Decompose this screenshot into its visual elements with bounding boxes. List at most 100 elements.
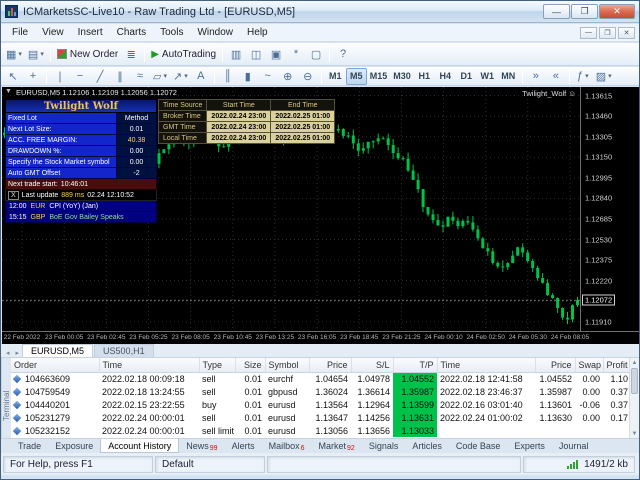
templates-button[interactable]: ▨ ▾ (593, 67, 615, 85)
history-column-header[interactable]: Price (309, 358, 352, 373)
history-cell-tp: 1.13599 (393, 398, 437, 411)
timeframe-H4[interactable]: H4 (435, 68, 456, 85)
terminal-tab-market[interactable]: Market 92 (312, 439, 362, 453)
menu-tools[interactable]: Tools (153, 25, 190, 40)
minimize-button[interactable]: — (543, 4, 570, 19)
scroll-up-icon[interactable]: ▲ (630, 358, 639, 367)
terminal-tab-exposure[interactable]: Exposure (48, 439, 100, 453)
shapes-button[interactable]: ▱ ▾ (150, 67, 170, 85)
text-button[interactable]: A (191, 67, 211, 85)
history-column-header[interactable]: Time (437, 358, 536, 373)
crosshair-button[interactable]: + (23, 67, 43, 85)
history-column-header[interactable]: Size (235, 358, 266, 373)
chart-tab-us500-h1[interactable]: US500,H1 (94, 344, 154, 357)
terminal-tab-signals[interactable]: Signals (362, 439, 406, 453)
time-axis[interactable]: 22 Feb 2022 23 Feb 00:05 23 Feb 02:45 23 Fe… (2, 331, 639, 344)
equidistant-channel-button[interactable]: ∥ (110, 67, 130, 85)
maximize-button[interactable]: ❐ (571, 4, 598, 19)
chart-shift-button[interactable]: « (546, 67, 566, 85)
autotrading-button[interactable]: ▶ AutoTrading (148, 45, 219, 63)
terminal-tab-alerts[interactable]: Alerts (225, 439, 262, 453)
close-button[interactable]: ✕ (599, 4, 635, 19)
bars-button[interactable]: ║ (218, 67, 238, 85)
new-chart-button[interactable]: ▦ ▾ (3, 45, 25, 63)
terminal-tab-mailbox[interactable]: Mailbox 6 (262, 439, 312, 453)
history-scrollbar[interactable]: ▲ ▼ (629, 358, 639, 438)
new-order-button[interactable]: New Order (54, 45, 121, 63)
chart-restore-button[interactable]: ❐ (599, 26, 616, 39)
history-row[interactable]: 104759549 2022.02.18 13:24:55 sell 0.01 gbpu… (11, 385, 631, 398)
arrows-button[interactable]: ↗ ▾ (170, 67, 191, 85)
scroll-down-icon[interactable]: ▼ (630, 429, 639, 438)
terminal-tab-account-history[interactable]: Account History (100, 439, 180, 453)
timeframe-H1[interactable]: H1 (414, 68, 435, 85)
scrollbar-thumb[interactable] (631, 368, 638, 394)
menu-help[interactable]: Help (240, 25, 275, 40)
timeframe-MN[interactable]: MN (498, 68, 519, 85)
timeframe-M15[interactable]: M15 (367, 68, 391, 85)
history-column-header[interactable]: T/P (393, 358, 438, 373)
timeframe-D1[interactable]: D1 (456, 68, 477, 85)
menu-view[interactable]: View (35, 25, 71, 40)
price-axis[interactable]: 1.13615 1.13460 1.13305 1.13150 1.12995 1.128… (580, 87, 639, 331)
chart-area[interactable]: ▼ EURUSD,M5 1.12106 1.12109 1.12056 1.12… (2, 87, 639, 344)
tab-scroll-left-icon[interactable]: ◂ (3, 349, 13, 357)
history-row[interactable]: 104663609 2022.02.18 00:09:18 sell 0.01 eurc… (11, 372, 631, 385)
chart-minimize-button[interactable]: — (580, 26, 597, 39)
timeframe-M5[interactable]: M5 (345, 67, 367, 85)
fullscreen-button[interactable]: ▢ (306, 45, 326, 63)
tab-scroll-right-icon[interactable]: ▸ (13, 349, 23, 357)
terminal-tab-articles[interactable]: Articles (405, 439, 449, 453)
terminal-tab-code-base[interactable]: Code Base (449, 439, 508, 453)
timeframe-M30[interactable]: M30 (390, 68, 414, 85)
terminal-tab-news[interactable]: News 99 (179, 439, 224, 453)
profiles-button[interactable]: ▤ ▾ (25, 45, 47, 63)
cursor-button[interactable]: ↖ (3, 67, 23, 85)
history-column-header[interactable]: Type (199, 358, 236, 373)
chart-tab-eurusd-m5[interactable]: EURUSD,M5 (22, 344, 94, 357)
horizontal-line-button[interactable]: − (70, 67, 90, 85)
timeframe-M1[interactable]: M1 (325, 68, 346, 85)
menu-charts[interactable]: Charts (110, 25, 153, 40)
indicators-button[interactable]: ƒ ▾ (573, 67, 593, 85)
line-chart-button[interactable]: ~ (258, 67, 278, 85)
history-column-header[interactable]: Profit (603, 358, 631, 373)
history-row[interactable]: 105231279 2022.02.24 00:00:01 sell 0.01 euru… (11, 411, 631, 424)
candles-button[interactable]: ▮ (238, 67, 258, 85)
zoom-out-button[interactable]: ⊖ (298, 67, 318, 85)
status-profile[interactable]: Default (155, 455, 265, 473)
history-column-header[interactable]: Symbol (265, 358, 310, 373)
zoom-in-button[interactable]: ⊕ (278, 67, 298, 85)
terminal-tab-experts[interactable]: Experts (507, 439, 552, 453)
history-column-header[interactable]: Swap (575, 358, 604, 373)
timeframe-W1[interactable]: W1 (477, 68, 498, 85)
menu-insert[interactable]: Insert (71, 25, 110, 40)
history-row[interactable]: 105232152 2022.02.24 00:00:01 sell limit 0.… (11, 424, 631, 437)
ea-close-icon[interactable]: X (8, 190, 19, 200)
terminal-tab-trade[interactable]: Trade (11, 439, 48, 453)
history-column-header[interactable]: Time (99, 358, 200, 373)
trendline-button[interactable]: ╱ (90, 67, 110, 85)
one-click-trading-arrow[interactable]: ▼ (5, 88, 12, 95)
market-depth-button[interactable]: ≣ (121, 45, 141, 63)
history-cell-type: sell limit (202, 425, 235, 436)
ea-news-row: 12:00 EUR CPI (YoY) (Jan) (5, 201, 157, 212)
help-button[interactable]: ? (333, 45, 353, 63)
data-window-button[interactable]: ▥ (226, 45, 246, 63)
history-column-header[interactable]: S/L (351, 358, 394, 373)
fibonacci-button[interactable]: ≈ (130, 67, 150, 85)
history-column-header[interactable]: Order (11, 358, 100, 373)
vertical-line-button[interactable]: ∣ (50, 67, 70, 85)
history-row[interactable]: 104440201 2022.02.15 23:22:55 buy 0.01 eurus… (11, 398, 631, 411)
history-column-header[interactable]: Price (535, 358, 576, 373)
menu-file[interactable]: File (5, 25, 35, 40)
history-cell-close_price: 1.35987 (539, 386, 572, 397)
strategy-tester-button[interactable]: ◫ (246, 45, 266, 63)
options-button[interactable]: * (286, 45, 306, 63)
chart-plot[interactable]: ▼ EURUSD,M5 1.12106 1.12109 1.12056 1.12… (2, 87, 580, 331)
terminal-tab-journal[interactable]: Journal (552, 439, 596, 453)
chart-close-button[interactable]: ✕ (618, 26, 635, 39)
auto-scroll-button[interactable]: » (526, 67, 546, 85)
toolbox-button[interactable]: ▣ (266, 45, 286, 63)
menu-window[interactable]: Window (190, 25, 240, 40)
